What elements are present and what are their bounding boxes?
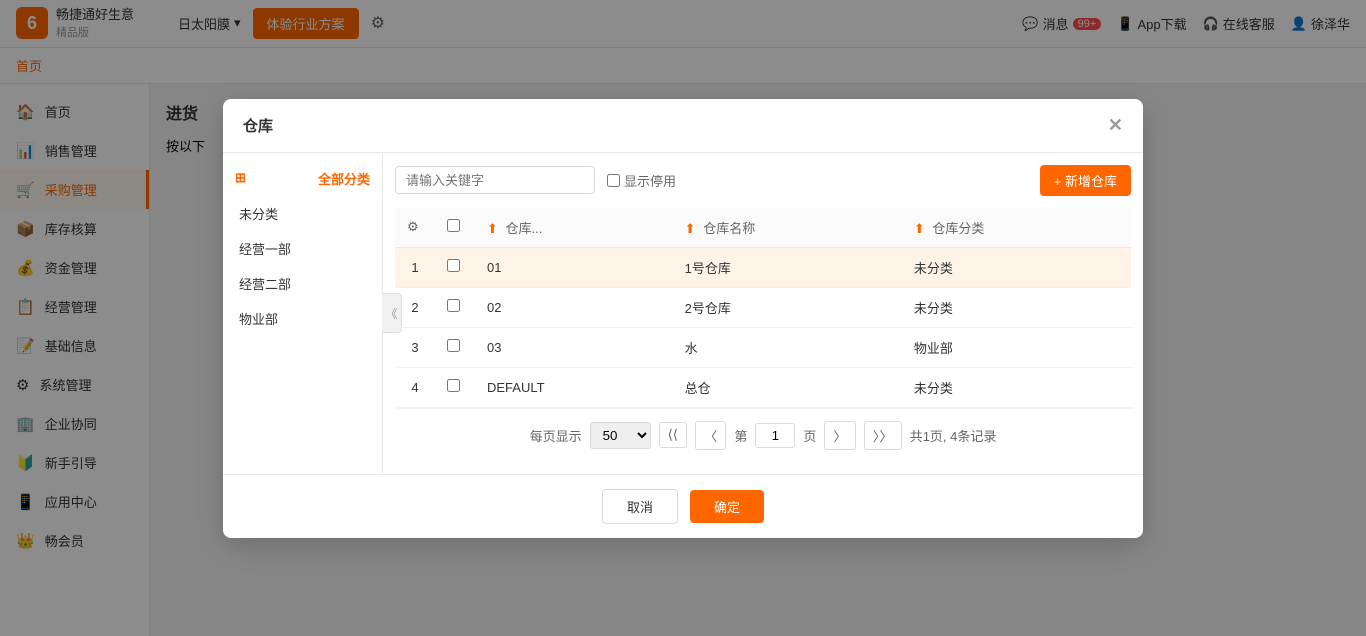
col-check-header[interactable] <box>435 208 475 248</box>
category-collapse-btn[interactable]: 《 <box>382 293 402 333</box>
col-code-header: ⬆ 仓库... <box>475 208 673 248</box>
category-item-unclassified[interactable]: 未分类 <box>223 196 382 231</box>
table-head: ⚙ ⬆ 仓库... ⬆ <box>395 208 1131 248</box>
modal-overlay: 仓库 ✕ ⊞ 全部分类 《 未分类 经营一部 <box>0 0 1366 636</box>
row-check[interactable] <box>435 367 475 407</box>
modal-header: 仓库 ✕ <box>223 99 1143 153</box>
category-label-unclassified: 未分类 <box>239 207 278 222</box>
row-num: 3 <box>395 327 435 367</box>
category-all-label: 全部分类 <box>318 169 370 188</box>
row-checkbox[interactable] <box>447 379 460 392</box>
row-category: 未分类 <box>902 367 1131 407</box>
row-code: DEFAULT <box>475 367 673 407</box>
modal-title: 仓库 <box>243 115 273 136</box>
sort-icon-code: ⬆ <box>487 221 498 236</box>
page-input[interactable] <box>755 423 795 448</box>
chevron-left-icon: 《 <box>385 305 397 322</box>
page-unit: 页 <box>803 426 816 445</box>
row-category: 物业部 <box>902 327 1131 367</box>
search-button[interactable]: 🔍 <box>592 167 595 193</box>
grid-icon: ⊞ <box>235 170 246 186</box>
category-all-header[interactable]: ⊞ 全部分类 <box>223 161 382 196</box>
show-disabled-label: 显示停用 <box>607 171 676 190</box>
cancel-button[interactable]: 取消 <box>602 489 678 524</box>
category-item-property[interactable]: 物业部 <box>223 301 382 336</box>
row-checkbox[interactable] <box>447 259 460 272</box>
page-first-btn[interactable]: ⟨⟨ <box>659 422 687 448</box>
table-toolbar: 🔍 显示停用 + 新增仓库 <box>395 165 1131 196</box>
row-code: 01 <box>475 247 673 287</box>
row-name: 2号仓库 <box>673 287 902 327</box>
add-warehouse-button[interactable]: + 新增仓库 <box>1040 165 1131 196</box>
sort-icon-name: ⬆ <box>685 221 696 236</box>
row-category: 未分类 <box>902 247 1131 287</box>
row-check[interactable] <box>435 327 475 367</box>
page-label: 第 <box>734 426 747 445</box>
table-body: 1 01 1号仓库 未分类 2 02 2号仓库 未分类 3 03 水 物业部 4… <box>395 247 1131 407</box>
per-page-label: 每页显示 <box>530 426 582 445</box>
row-checkbox[interactable] <box>447 299 460 312</box>
table-row[interactable]: 2 02 2号仓库 未分类 <box>395 287 1131 327</box>
page-last-btn[interactable]: 〉〉 <box>864 421 902 450</box>
row-num: 4 <box>395 367 435 407</box>
category-panel: ⊞ 全部分类 《 未分类 经营一部 经营二部 物业部 <box>223 153 383 474</box>
row-check[interactable] <box>435 247 475 287</box>
col-settings-header[interactable]: ⚙ <box>395 208 435 248</box>
row-code: 02 <box>475 287 673 327</box>
select-all-checkbox[interactable] <box>447 219 460 232</box>
category-label-property: 物业部 <box>239 312 278 327</box>
category-item-dept1[interactable]: 经营一部 <box>223 231 382 266</box>
warehouse-table: ⚙ ⬆ 仓库... ⬆ <box>395 208 1131 408</box>
modal-footer: 取消 确定 <box>223 474 1143 538</box>
search-box: 🔍 <box>395 166 595 194</box>
category-label-dept1: 经营一部 <box>239 242 291 257</box>
total-info: 共1页, 4条记录 <box>910 426 997 445</box>
table-panel: 🔍 显示停用 + 新增仓库 ⚙ <box>383 153 1143 474</box>
search-input[interactable] <box>396 168 592 193</box>
table-container: ⚙ ⬆ 仓库... ⬆ <box>395 208 1131 408</box>
confirm-button[interactable]: 确定 <box>690 490 764 523</box>
table-row[interactable]: 4 DEFAULT 总仓 未分类 <box>395 367 1131 407</box>
row-category: 未分类 <box>902 287 1131 327</box>
row-num: 1 <box>395 247 435 287</box>
settings-icon: ⚙ <box>407 219 419 234</box>
per-page-select[interactable]: 50 20 100 <box>590 422 651 449</box>
row-name: 水 <box>673 327 902 367</box>
warehouse-modal: 仓库 ✕ ⊞ 全部分类 《 未分类 经营一部 <box>223 99 1143 538</box>
table-row[interactable]: 3 03 水 物业部 <box>395 327 1131 367</box>
sort-icon-category: ⬆ <box>914 221 925 236</box>
col-name-header: ⬆ 仓库名称 <box>673 208 902 248</box>
row-name: 1号仓库 <box>673 247 902 287</box>
category-label-dept2: 经营二部 <box>239 277 291 292</box>
page-next-btn[interactable]: 〉 <box>824 421 855 450</box>
row-code: 03 <box>475 327 673 367</box>
pagination: 每页显示 50 20 100 ⟨⟨ 〈 第 页 〉 〉〉 共1页, 4条记录 <box>395 408 1131 462</box>
category-item-dept2[interactable]: 经营二部 <box>223 266 382 301</box>
table-row[interactable]: 1 01 1号仓库 未分类 <box>395 247 1131 287</box>
row-check[interactable] <box>435 287 475 327</box>
show-disabled-checkbox[interactable] <box>607 174 620 187</box>
row-name: 总仓 <box>673 367 902 407</box>
show-disabled-text: 显示停用 <box>624 171 676 190</box>
modal-body: ⊞ 全部分类 《 未分类 经营一部 经营二部 物业部 <box>223 153 1143 474</box>
table-header-row: ⚙ ⬆ 仓库... ⬆ <box>395 208 1131 248</box>
row-checkbox[interactable] <box>447 339 460 352</box>
col-category-header: ⬆ 仓库分类 <box>902 208 1131 248</box>
page-prev-btn[interactable]: 〈 <box>695 421 726 450</box>
modal-close-icon[interactable]: ✕ <box>1108 115 1123 136</box>
